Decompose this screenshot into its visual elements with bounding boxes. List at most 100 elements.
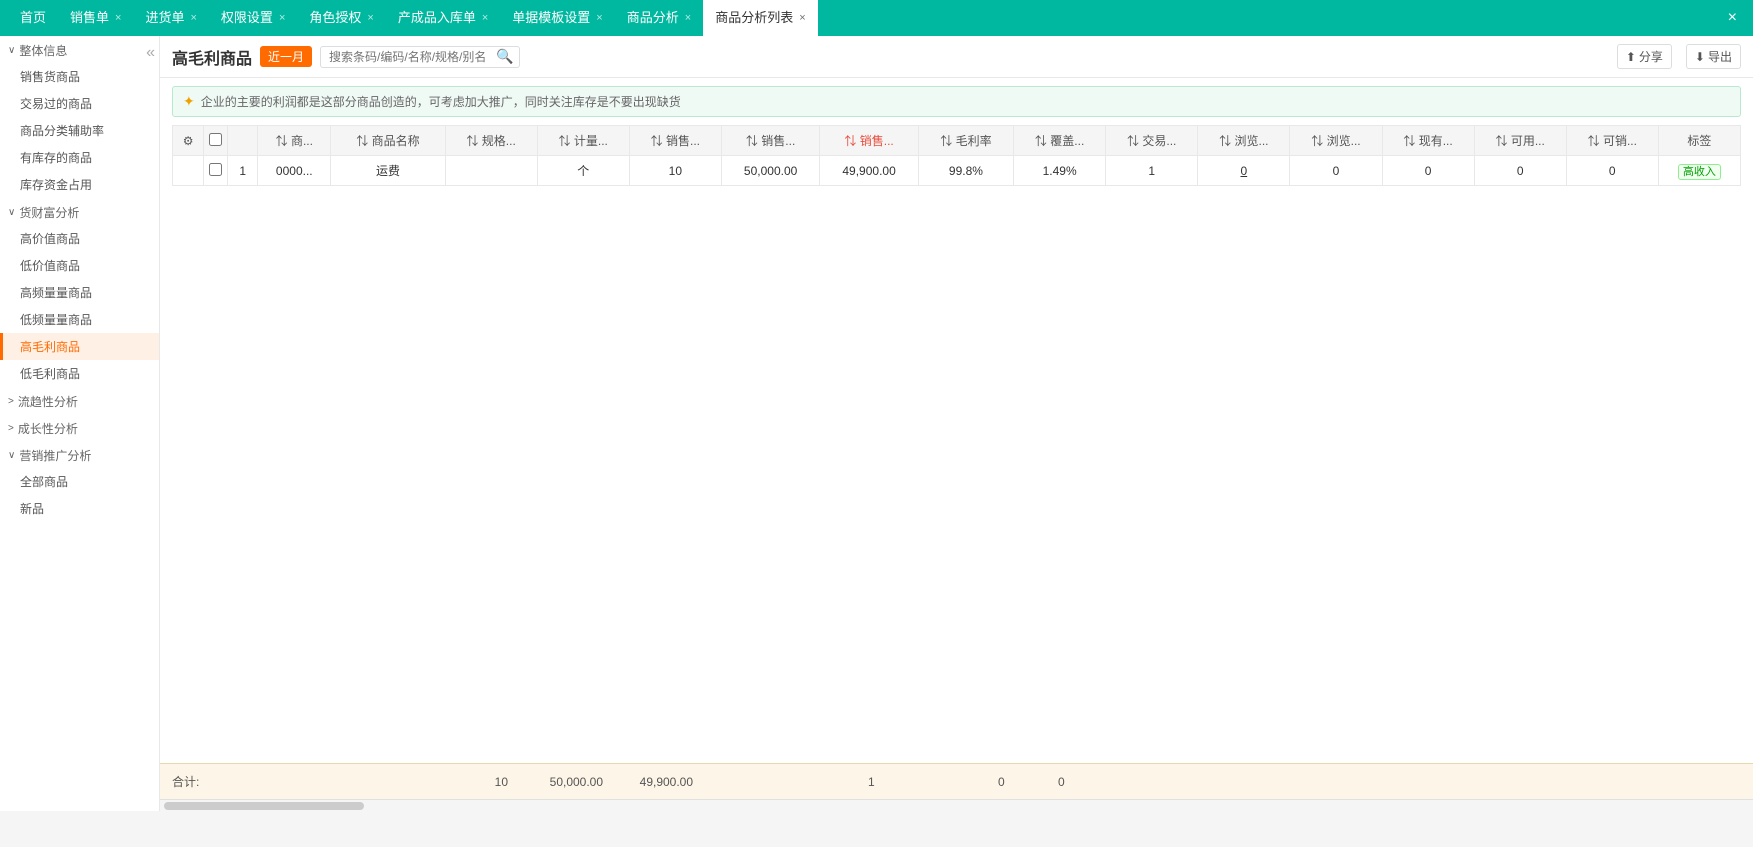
available1-col-header[interactable]: ⇅ 现有... bbox=[1382, 126, 1474, 156]
sidebar-section-marketing[interactable]: ∨ 营销推广分析 bbox=[0, 441, 159, 468]
sidebar-item-low-margin[interactable]: 低毛利商品 bbox=[0, 360, 159, 387]
nav-sales[interactable]: 销售单 × bbox=[58, 0, 133, 36]
sidebar-item-new-goods[interactable]: 新品 bbox=[0, 495, 159, 522]
close-template-tab[interactable]: × bbox=[596, 0, 602, 36]
sort-browse1-icon: ⇅ bbox=[1219, 134, 1231, 148]
name-col-header[interactable]: ⇅ 商品名称 bbox=[331, 126, 445, 156]
nav-purchase[interactable]: 进货单 × bbox=[133, 0, 208, 36]
footer-transactions: 1 bbox=[831, 775, 911, 789]
nav-products[interactable]: 产成品入库单 × bbox=[386, 0, 500, 36]
sidebar-item-analysis-assist[interactable]: 商品分类辅助率 bbox=[0, 117, 159, 144]
sort-sales-qty-icon: ⇅ bbox=[651, 134, 663, 148]
close-sales-tab[interactable]: × bbox=[115, 0, 121, 36]
row-name-cell: 运费 bbox=[331, 156, 445, 186]
coverage-col-header[interactable]: ⇅ 覆盖... bbox=[1014, 126, 1106, 156]
search-input[interactable] bbox=[320, 46, 520, 68]
footer-sales-amount: 50,000.00 bbox=[531, 775, 621, 789]
unit-col-header[interactable]: ⇅ 计量... bbox=[537, 126, 629, 156]
nav-home[interactable]: 首页 bbox=[8, 0, 58, 36]
info-banner: ✦ 企业的主要的利润都是这部分商品创造的，可考虑加大推广，同时关注库存是不要出现… bbox=[172, 86, 1741, 117]
sidebar-section-financial[interactable]: ∨ 货财富分析 bbox=[0, 198, 159, 225]
top-navigation: 首页 销售单 × 进货单 × 权限设置 × 角色授权 × 产成品入库单 × 单据… bbox=[0, 0, 1753, 36]
sales-qty-col-header[interactable]: ⇅ 销售... bbox=[629, 126, 721, 156]
export-button[interactable]: ⬇ 导出 bbox=[1686, 44, 1741, 69]
browse1-link[interactable]: 0 bbox=[1240, 164, 1247, 178]
row-coverage-cell: 1.49% bbox=[1014, 156, 1106, 186]
row-no-cell: 1 bbox=[228, 156, 258, 186]
nav-roles[interactable]: 角色授权 × bbox=[297, 0, 385, 36]
sidebar-item-high-margin[interactable]: 高毛利商品 bbox=[0, 333, 159, 360]
table-header-row: ⚙ ⇅ 商... ⇅ 商品名称 bbox=[173, 126, 1741, 156]
close-analysis-tab[interactable]: × bbox=[685, 0, 691, 36]
browse2-col-header[interactable]: ⇅ 浏览... bbox=[1290, 126, 1382, 156]
settings-icon[interactable]: ⚙ bbox=[183, 134, 194, 148]
close-purchase-tab[interactable]: × bbox=[190, 0, 196, 36]
sidebar-item-high-freq[interactable]: 高频量量商品 bbox=[0, 279, 159, 306]
sort-available1-icon: ⇅ bbox=[1403, 134, 1415, 148]
settings-col-header[interactable]: ⚙ bbox=[173, 126, 204, 156]
row-spec-cell bbox=[445, 156, 537, 186]
nav-template[interactable]: 单据模板设置 × bbox=[500, 0, 614, 36]
row-gross-rate-cell: 99.8% bbox=[918, 156, 1013, 186]
sort-name-icon: ⇅ bbox=[356, 134, 368, 148]
main-layout: « ∨ 整体信息 销售货商品 交易过的商品 商品分类辅助率 有库存的商品 库存资… bbox=[0, 36, 1753, 811]
row-available1-cell: 0 bbox=[1382, 156, 1474, 186]
close-roles-tab[interactable]: × bbox=[367, 0, 373, 36]
sort-browse2-icon: ⇅ bbox=[1311, 134, 1323, 148]
select-all-checkbox[interactable] bbox=[209, 133, 222, 146]
nav-analysis-list[interactable]: 商品分析列表 × bbox=[703, 0, 817, 36]
share-icon: ⬆ bbox=[1626, 50, 1636, 64]
sidebar-section-overview[interactable]: ∨ 整体信息 bbox=[0, 36, 159, 63]
sort-coverage-icon: ⇅ bbox=[1035, 134, 1047, 148]
row-sales-amount-cell: 50,000.00 bbox=[721, 156, 819, 186]
content-header: 高毛利商品 近一月 🔍 ⬆ 分享 ⬇ 导出 bbox=[160, 36, 1753, 78]
spec-col-header[interactable]: ⇅ 规格... bbox=[445, 126, 537, 156]
browse1-col-header[interactable]: ⇅ 浏览... bbox=[1198, 126, 1290, 156]
sidebar-section-trend[interactable]: > 流趋性分析 bbox=[0, 387, 159, 414]
sidebar-item-stocked-goods[interactable]: 有库存的商品 bbox=[0, 144, 159, 171]
close-analysis-list-tab[interactable]: × bbox=[799, 0, 805, 36]
sidebar-item-all-goods[interactable]: 全部商品 bbox=[0, 468, 159, 495]
row-browse1-cell[interactable]: 0 bbox=[1198, 156, 1290, 186]
sidebar-item-low-value[interactable]: 低价值商品 bbox=[0, 252, 159, 279]
close-permissions-tab[interactable]: × bbox=[279, 0, 285, 36]
close-window-button[interactable]: × bbox=[1720, 9, 1745, 27]
time-filter-button[interactable]: 近一月 bbox=[260, 46, 312, 67]
gross-rate-col-header[interactable]: ⇅ 毛利率 bbox=[918, 126, 1013, 156]
sort-sales-amount-icon: ⇅ bbox=[746, 134, 758, 148]
search-button[interactable]: 🔍 bbox=[496, 48, 513, 65]
available2-col-header[interactable]: ⇅ 可用... bbox=[1474, 126, 1566, 156]
footer-summary-bar: 合计: 10 50,000.00 49,900.00 1 0 0 bbox=[160, 763, 1753, 799]
nav-permissions[interactable]: 权限设置 × bbox=[209, 0, 297, 36]
sidebar-section-growth[interactable]: > 成长性分析 bbox=[0, 414, 159, 441]
sort-available2-icon: ⇅ bbox=[1495, 134, 1507, 148]
horizontal-scrollbar[interactable] bbox=[160, 799, 1753, 811]
row-code-cell: 0000... bbox=[258, 156, 331, 186]
transactions-col-header[interactable]: ⇅ 交易... bbox=[1106, 126, 1198, 156]
data-table-container[interactable]: ⚙ ⇅ 商... ⇅ 商品名称 bbox=[172, 125, 1741, 763]
tag-col-header[interactable]: 标签 bbox=[1658, 126, 1740, 156]
sidebar-item-stock-capital[interactable]: 库存资金占用 bbox=[0, 171, 159, 198]
scrollbar-thumb[interactable] bbox=[164, 802, 364, 810]
row-tag-cell: 高收入 bbox=[1658, 156, 1740, 186]
row-checkbox-cell[interactable] bbox=[204, 156, 228, 186]
sidebar-item-high-value[interactable]: 高价值商品 bbox=[0, 225, 159, 252]
sales-amount-col-header[interactable]: ⇅ 销售... bbox=[721, 126, 819, 156]
sort-spec-icon: ⇅ bbox=[466, 134, 478, 148]
nav-analysis[interactable]: 商品分析 × bbox=[615, 0, 703, 36]
sidebar-item-sales-goods[interactable]: 销售货商品 bbox=[0, 63, 159, 90]
sidebar-item-low-freq[interactable]: 低频量量商品 bbox=[0, 306, 159, 333]
sidebar-collapse-button[interactable]: « bbox=[146, 44, 155, 62]
code-col-header[interactable]: ⇅ 商... bbox=[258, 126, 331, 156]
checkbox-col-header[interactable] bbox=[204, 126, 228, 156]
sidebar-item-traded-goods[interactable]: 交易过的商品 bbox=[0, 90, 159, 117]
share-button[interactable]: ⬆ 分享 bbox=[1617, 44, 1672, 69]
footer-cells: 10 50,000.00 49,900.00 1 0 0 bbox=[211, 775, 1741, 789]
page-title: 高毛利商品 bbox=[172, 45, 252, 69]
close-products-tab[interactable]: × bbox=[482, 0, 488, 36]
row-sellable-cell: 0 bbox=[1566, 156, 1658, 186]
section-arrow-financial-icon: ∨ bbox=[8, 207, 15, 218]
sales-profit-col-header[interactable]: ⇅ 销售... bbox=[820, 126, 918, 156]
sellable-col-header[interactable]: ⇅ 可销... bbox=[1566, 126, 1658, 156]
row-checkbox[interactable] bbox=[209, 163, 222, 176]
